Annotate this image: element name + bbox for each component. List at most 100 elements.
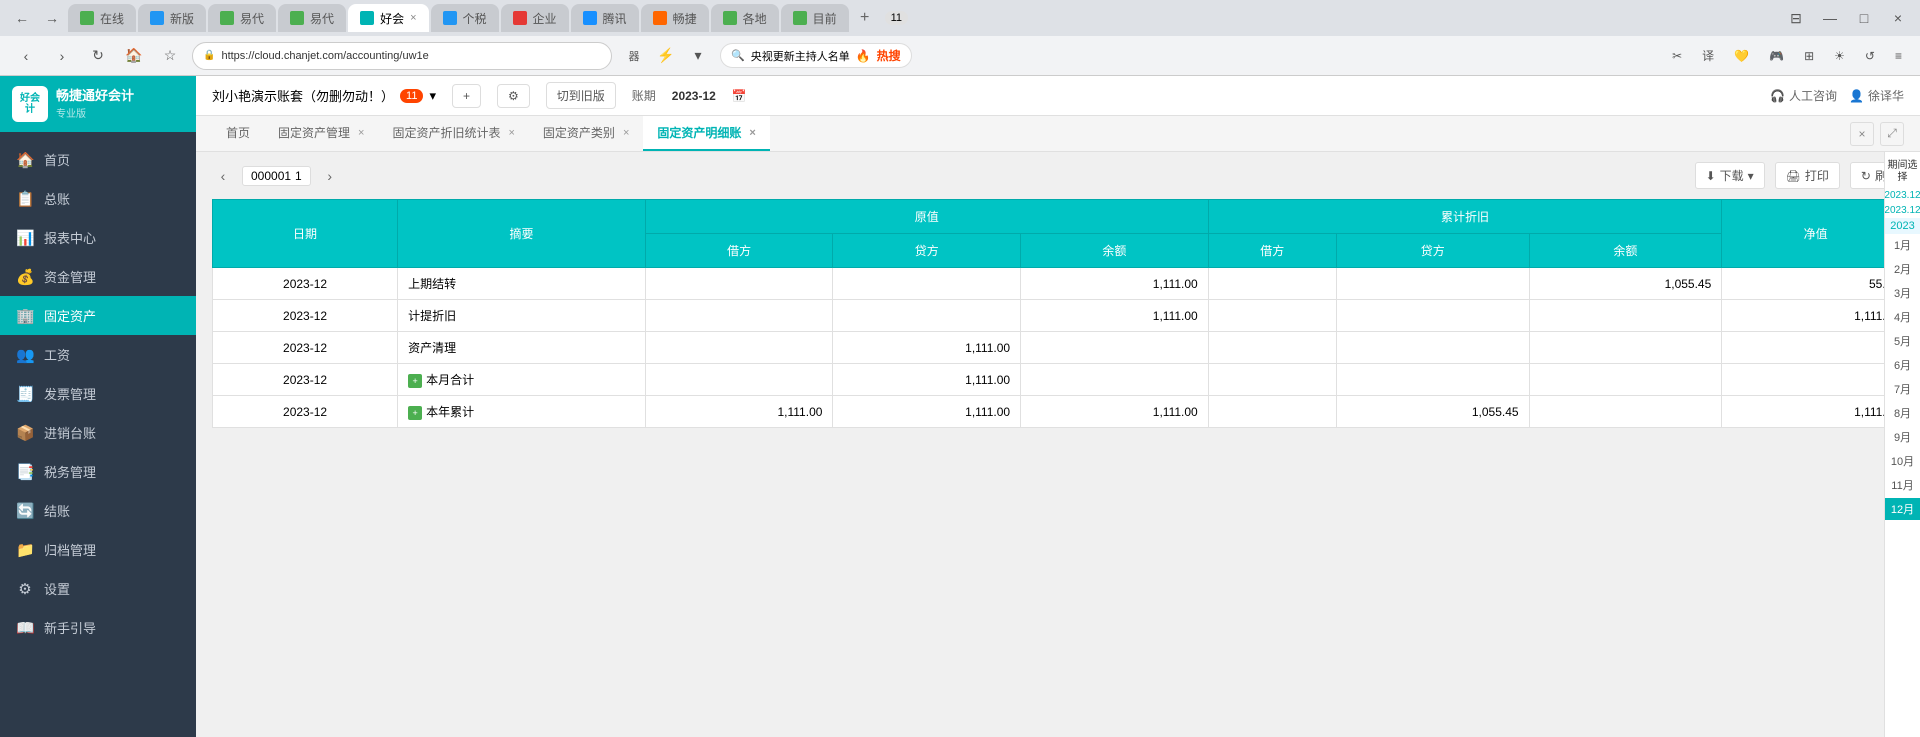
game-tool[interactable]: 🎮 (1763, 47, 1790, 65)
maximize-button[interactable]: □ (1850, 4, 1878, 32)
cell-date-1: 2023-12 (213, 300, 398, 332)
browser-tab-yidai1[interactable]: 易代 (208, 4, 276, 32)
hot-search-text: 热搜 (877, 47, 901, 64)
sidebar-item-closeperiod[interactable]: 🔄 结账 (0, 491, 196, 530)
browser-tab-yidai2[interactable]: 易代 (278, 4, 346, 32)
browser-tab-tencent[interactable]: 腾讯 (571, 4, 639, 32)
table-row[interactable]: 2023-12 +本月合计 1,111.00 (213, 364, 1910, 396)
tab-favicon-yidai1 (220, 11, 234, 25)
page-tab-depreciation-stat[interactable]: 固定资产折旧统计表 × (378, 116, 528, 151)
fixedassets-icon: 🏢 (16, 307, 34, 325)
table-row[interactable]: 2023-12 +本年累计 1,111.00 1,111.00 1,111.00… (213, 396, 1910, 428)
close-window-button[interactable]: × (1884, 4, 1912, 32)
period-month-8[interactable]: 8月 (1885, 402, 1920, 424)
period-month-11[interactable]: 11月 (1885, 474, 1920, 496)
tab-win-close-button[interactable]: × (1850, 122, 1874, 146)
browser-tab-gedi[interactable]: 各地 (711, 4, 779, 32)
home-button[interactable]: 🏠 (120, 42, 148, 70)
tab-win-expand-button[interactable]: ⤢ (1880, 122, 1904, 146)
service-button[interactable]: 🎧 人工咨询 (1770, 87, 1837, 104)
download-arrow: ▾ (1748, 169, 1754, 183)
browser-tab-xinban[interactable]: 新版 (138, 4, 206, 32)
new-tab-button[interactable]: + (851, 4, 879, 32)
table-row[interactable]: 2023-12 上期结转 1,111.00 1,055.45 55.55 (213, 268, 1910, 300)
period-month-12[interactable]: 12月 (1885, 498, 1920, 520)
bookmark-button[interactable]: ☆ (156, 42, 184, 70)
download-button[interactable]: ⬇ 下载 ▾ (1695, 162, 1765, 189)
cell-summary-1: 计提折旧 (398, 300, 646, 332)
period-month-5[interactable]: 5月 (1885, 330, 1920, 352)
browser-tab-geshui[interactable]: 个税 (431, 4, 499, 32)
page-tab-close-asset-category[interactable]: × (623, 127, 629, 139)
sidebar-item-fixedassets[interactable]: 🏢 固定资产 (0, 296, 196, 335)
table-row[interactable]: 2023-12 计提折旧 1,111.00 1,111.002023 (213, 300, 1910, 332)
record-nav: ‹ 000001 1 › ⬇ 下载 ▾ 🖨 打 (212, 162, 1910, 189)
switch-version-button[interactable]: 切到旧版 (546, 82, 616, 109)
sidebar-item-funds[interactable]: 💰 资金管理 (0, 257, 196, 296)
minimize-button[interactable]: — (1816, 4, 1844, 32)
undo-tool[interactable]: ↺ (1859, 47, 1881, 65)
calendar-icon[interactable]: 📅 (732, 89, 747, 103)
period-month-10[interactable]: 10月 (1885, 450, 1920, 472)
page-tab-close-fixedasset-mgmt[interactable]: × (358, 127, 364, 139)
company-selector[interactable]: 刘小艳演示账套（勿删勿动！） 11 ▾ (212, 86, 436, 105)
user-info[interactable]: 👤 徐译华 (1849, 87, 1904, 104)
browser-tab-muqian[interactable]: 目前 (781, 4, 849, 32)
flash-button[interactable]: ⚡ (652, 42, 680, 70)
page-tab-close-depreciation-stat[interactable]: × (508, 127, 514, 139)
site-info-button[interactable]: 器 (620, 42, 648, 70)
sidebar-item-tax[interactable]: 📑 税务管理 (0, 452, 196, 491)
browser-tab-changjie[interactable]: 畅捷 (641, 4, 709, 32)
restore-button[interactable]: ⊟ (1782, 4, 1810, 32)
period-month-1[interactable]: 1月 (1885, 234, 1920, 256)
period-month-2[interactable]: 2月 (1885, 258, 1920, 280)
sidebar-item-purchasesales[interactable]: 📦 进销台账 (0, 413, 196, 452)
sidebar-item-home[interactable]: 🏠 首页 (0, 140, 196, 179)
browser-tab-qiye[interactable]: 企业 (501, 4, 569, 32)
forward-button[interactable]: → (38, 4, 66, 32)
page-tab-fixedasset-mgmt[interactable]: 固定资产管理 × (264, 116, 378, 151)
period-month-7[interactable]: 7月 (1885, 378, 1920, 400)
search-box[interactable]: 🔍 央视更新主持人名单 🔥 热搜 (720, 43, 912, 68)
url-input[interactable]: 🔒 https://cloud.chanjet.com/accounting/u… (192, 42, 612, 70)
page-tab-close-asset-detail[interactable]: × (749, 127, 755, 139)
sidebar-item-invoice[interactable]: 🧾 发票管理 (0, 374, 196, 413)
plus-icon: + (463, 89, 470, 103)
sidebar-item-salary[interactable]: 👥 工资 (0, 335, 196, 374)
record-prev-button[interactable]: ‹ (212, 165, 234, 187)
browser-tab-zaixian[interactable]: 在线 (68, 4, 136, 32)
grid-tool[interactable]: ⊞ (1798, 47, 1820, 65)
period-month-4[interactable]: 4月 (1885, 306, 1920, 328)
page-tab-asset-category[interactable]: 固定资产类别 × (529, 116, 643, 151)
nav-forward-button[interactable]: › (48, 42, 76, 70)
menu-tool[interactable]: ≡ (1889, 47, 1908, 65)
sidebar-item-settings[interactable]: ⚙ 设置 (0, 569, 196, 608)
add-book-button[interactable]: + (452, 84, 481, 108)
print-button[interactable]: 🖨 打印 (1775, 162, 1840, 189)
wallet-tool[interactable]: 💛 (1728, 47, 1755, 65)
nav-back-button[interactable]: ‹ (12, 42, 40, 70)
dropdown-arrow[interactable]: ▾ (684, 42, 712, 70)
period-month-9[interactable]: 9月 (1885, 426, 1920, 448)
sidebar-item-report[interactable]: 📊 报表中心 (0, 218, 196, 257)
cell-summary-2: 资产清理 (398, 332, 646, 364)
browser-tab-haohui[interactable]: 好会 × (348, 4, 428, 32)
sidebar-item-ledger[interactable]: 📋 总账 (0, 179, 196, 218)
sidebar-item-guide[interactable]: 📖 新手引导 (0, 608, 196, 647)
page-tab-asset-detail[interactable]: 固定资产明细账 × (643, 116, 769, 151)
translate-tool[interactable]: 译 (1696, 45, 1720, 66)
table-row[interactable]: 2023-12 资产清理 1,111.00 (213, 332, 1910, 364)
reload-button[interactable]: ↻ (84, 42, 112, 70)
record-next-button[interactable]: › (319, 165, 341, 187)
settings-book-button[interactable]: ⚙ (497, 84, 530, 108)
period-month-3[interactable]: 3月 (1885, 282, 1920, 304)
period-year[interactable]: 2023 (1885, 218, 1920, 234)
sidebar-item-archive[interactable]: 📁 归档管理 (0, 530, 196, 569)
tab-close-haohui[interactable]: × (410, 12, 416, 24)
cell-accum-credit-1 (1336, 300, 1529, 332)
period-month-6[interactable]: 6月 (1885, 354, 1920, 376)
brightness-tool[interactable]: ☀ (1828, 47, 1851, 65)
page-tab-home[interactable]: 首页 (212, 116, 264, 151)
back-button[interactable]: ← (8, 4, 36, 32)
scissors-tool[interactable]: ✂ (1666, 47, 1688, 65)
